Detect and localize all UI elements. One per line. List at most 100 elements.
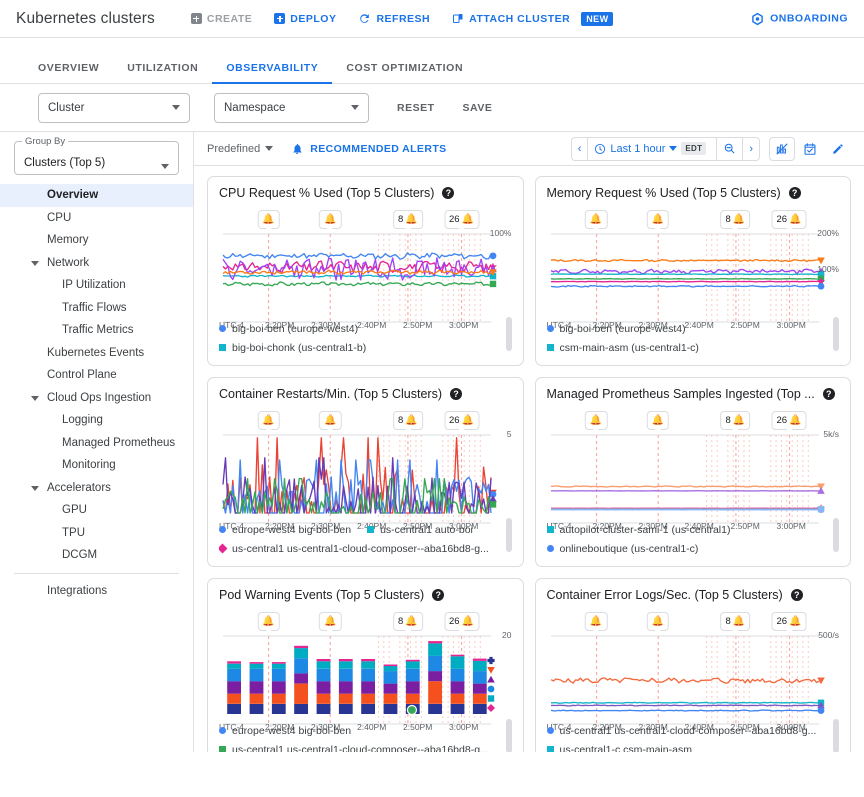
sidebar-item-kubernetes-events[interactable]: Kubernetes Events: [0, 342, 193, 365]
alert-marker[interactable]: 8🔔: [721, 411, 751, 430]
sidebar-item-logging[interactable]: Logging: [0, 409, 193, 432]
alert-marker[interactable]: 8🔔: [393, 612, 423, 631]
bell-icon: 🔔: [262, 416, 274, 426]
sidebar-item-network[interactable]: Network: [0, 252, 193, 275]
tab-utilization[interactable]: UTILIZATION: [113, 62, 212, 83]
help-icon[interactable]: ?: [450, 388, 462, 400]
legend-scrollbar[interactable]: [833, 317, 839, 351]
help-icon[interactable]: ?: [442, 187, 454, 199]
zoom-out-button[interactable]: [716, 138, 743, 160]
refresh-button[interactable]: REFRESH: [358, 12, 430, 25]
sidebar-item-cpu[interactable]: CPU: [0, 207, 193, 230]
alert-marker[interactable]: 🔔: [319, 612, 341, 631]
sidebar-item-memory[interactable]: Memory: [0, 229, 193, 252]
alert-marker[interactable]: 🔔: [646, 411, 668, 430]
tab-overview[interactable]: OVERVIEW: [24, 62, 113, 83]
help-icon[interactable]: ?: [823, 388, 835, 400]
legend-scrollbar[interactable]: [833, 719, 839, 752]
onboarding-button[interactable]: ONBOARDING: [751, 12, 848, 25]
calendar-check-button[interactable]: [797, 137, 823, 161]
legend-scrollbar[interactable]: [506, 719, 512, 752]
tab-cost-optimization[interactable]: COST OPTIMIZATION: [332, 62, 477, 83]
attach-cluster-button[interactable]: ATTACH CLUSTER NEW: [452, 12, 613, 26]
legend-item[interactable]: us-central1-c csm-main-asm: [547, 744, 692, 753]
chart-plot[interactable]: 50🔔🔔8🔔26🔔UTC-42:20PM2:30PM2:40PM2:50PM3:…: [219, 403, 512, 529]
time-next-button[interactable]: ›: [743, 138, 759, 160]
deploy-button[interactable]: DEPLOY: [274, 13, 336, 25]
legend-item[interactable]: us-central1 us-central1-cloud-composer--…: [219, 543, 489, 555]
alert-marker[interactable]: 🔔: [646, 612, 668, 631]
alert-marker[interactable]: 8🔔: [721, 210, 751, 229]
alert-marker[interactable]: 26🔔: [444, 411, 479, 430]
alert-marker[interactable]: 🔔: [646, 210, 668, 229]
help-icon[interactable]: ?: [791, 589, 803, 601]
sidebar-item-accelerators[interactable]: Accelerators: [0, 477, 193, 500]
legend-item[interactable]: us-central1 auto-boi: [367, 524, 473, 536]
chart-plot[interactable]: 200%100%0🔔🔔8🔔26🔔UTC-42:20PM2:30PM2:40PM2…: [547, 202, 840, 328]
legend-scrollbar[interactable]: [506, 518, 512, 552]
chart-plot[interactable]: 100%0🔔🔔8🔔26🔔UTC-42:20PM2:30PM2:40PM2:50P…: [219, 202, 512, 328]
sidebar-item-overview[interactable]: Overview: [0, 184, 193, 207]
alert-marker[interactable]: 26🔔: [772, 411, 807, 430]
legend-item[interactable]: big-boi-ben (europe-west4): [219, 323, 358, 335]
sidebar-item-traffic-flows[interactable]: Traffic Flows: [0, 297, 193, 320]
sidebar-item-gpu[interactable]: GPU: [0, 499, 193, 522]
legend-item[interactable]: onlineboutique (us-central1-c): [547, 543, 699, 555]
legend-scrollbar[interactable]: [506, 317, 512, 351]
alert-marker[interactable]: 🔔: [257, 210, 279, 229]
time-prev-button[interactable]: ‹: [572, 138, 589, 160]
predefined-dropdown[interactable]: Predefined: [207, 143, 273, 155]
legend-item[interactable]: autopilot-cluster-sami-1 (us-central1): [547, 524, 731, 536]
alert-marker[interactable]: 🔔: [585, 411, 607, 430]
chevron-down-icon[interactable]: [31, 486, 39, 491]
chart-plot[interactable]: 5k/s0🔔🔔8🔔26🔔UTC-42:20PM2:30PM2:40PM2:50P…: [547, 403, 840, 529]
sidebar-item-managed-prometheus[interactable]: Managed Prometheus: [0, 432, 193, 455]
tab-observability[interactable]: OBSERVABILITY: [212, 62, 332, 83]
alert-marker[interactable]: 26🔔: [772, 612, 807, 631]
legend-item[interactable]: csm-main-asm (us-central1-c): [547, 342, 699, 354]
alert-marker[interactable]: 26🔔: [772, 210, 807, 229]
alert-marker[interactable]: 🔔: [319, 210, 341, 229]
alert-marker[interactable]: 🔔: [585, 612, 607, 631]
legend-item[interactable]: europe-west4 big-boi-ben: [219, 524, 351, 536]
time-range-dropdown[interactable]: Last 1 hour EDT: [588, 138, 716, 160]
chart-plot[interactable]: 200🔔🔔8🔔26🔔UTC-42:20PM2:30PM2:40PM2:50PM3…: [219, 604, 512, 730]
sidebar-item-monitoring[interactable]: Monitoring: [0, 454, 193, 477]
chevron-down-icon[interactable]: [31, 261, 39, 266]
legend-item[interactable]: big-boi-chonk (us-central1-b): [219, 342, 366, 354]
hide-chart-button[interactable]: [769, 137, 795, 161]
sidebar-item-integrations[interactable]: Integrations: [0, 580, 193, 603]
sidebar-item-ip-utilization[interactable]: IP Utilization: [0, 274, 193, 297]
save-button[interactable]: SAVE: [463, 102, 493, 114]
alert-marker[interactable]: 🔔: [585, 210, 607, 229]
alert-marker[interactable]: 8🔔: [393, 411, 423, 430]
legend-scrollbar[interactable]: [833, 518, 839, 552]
alert-marker[interactable]: 🔔: [319, 411, 341, 430]
alert-marker[interactable]: 🔔: [257, 411, 279, 430]
help-icon[interactable]: ?: [789, 187, 801, 199]
alert-marker[interactable]: 26🔔: [444, 210, 479, 229]
alert-marker[interactable]: 26🔔: [444, 612, 479, 631]
sidebar-item-dcgm[interactable]: DCGM: [0, 544, 193, 567]
legend-item[interactable]: big-boi-ben (europe-west4): [547, 323, 686, 335]
group-by-select[interactable]: Group By Clusters (Top 5): [14, 141, 179, 175]
sidebar-item-traffic-metrics[interactable]: Traffic Metrics: [0, 319, 193, 342]
edit-button[interactable]: [825, 137, 851, 161]
sidebar-item-tpu[interactable]: TPU: [0, 522, 193, 545]
legend-item[interactable]: us-central1 us-central1-cloud-composer--…: [219, 744, 489, 753]
create-button[interactable]: CREATE: [191, 13, 252, 25]
legend-item[interactable]: europe-west4 big-boi-ben: [219, 725, 351, 737]
sidebar-item-control-plane[interactable]: Control Plane: [0, 364, 193, 387]
help-icon[interactable]: ?: [432, 589, 444, 601]
legend-item[interactable]: us-central1 us-central1-cloud-composer--…: [547, 725, 817, 737]
alert-marker[interactable]: 8🔔: [721, 612, 751, 631]
sidebar-item-cloud-ops-ingestion[interactable]: Cloud Ops Ingestion: [0, 387, 193, 410]
namespace-filter-select[interactable]: Namespace: [214, 93, 369, 123]
chevron-down-icon[interactable]: [31, 396, 39, 401]
alert-marker[interactable]: 🔔: [257, 612, 279, 631]
recommended-alerts-button[interactable]: RECOMMENDED ALERTS: [291, 143, 446, 155]
chart-plot[interactable]: 500/s0🔔🔔8🔔26🔔UTC-42:20PM2:30PM2:40PM2:50…: [547, 604, 840, 730]
reset-button[interactable]: RESET: [397, 102, 435, 114]
alert-marker[interactable]: 8🔔: [393, 210, 423, 229]
cluster-filter-select[interactable]: Cluster: [38, 93, 190, 123]
